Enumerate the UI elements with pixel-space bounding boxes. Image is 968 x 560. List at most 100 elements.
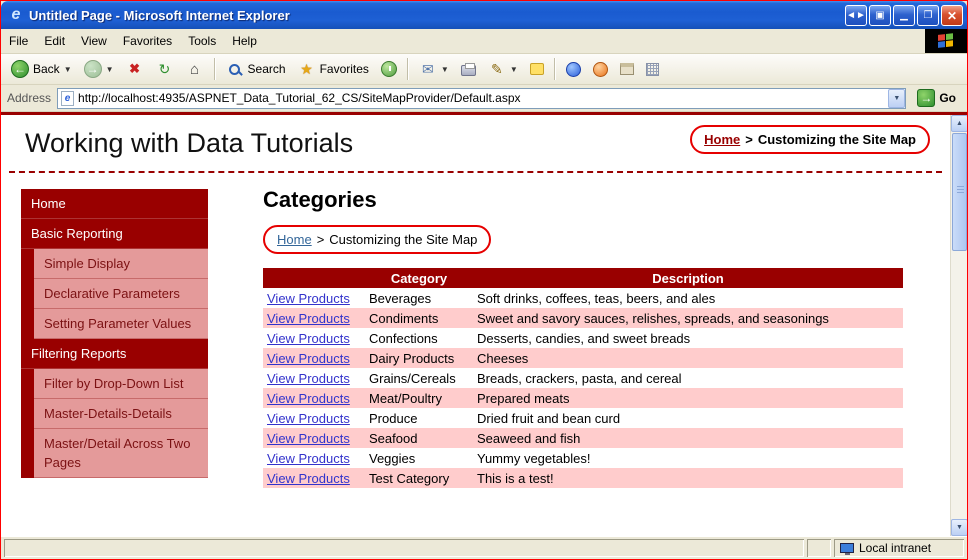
favorites-button[interactable]: ★ Favorites xyxy=(292,57,375,81)
maximize-button[interactable]: ❐ xyxy=(917,4,939,26)
scroll-down-button[interactable]: ▼ xyxy=(951,519,967,536)
view-products-link[interactable]: View Products xyxy=(267,431,350,446)
category-cell: Beverages xyxy=(369,290,432,306)
window-arrows-button[interactable]: ◄► xyxy=(845,4,867,26)
scrollbar-thumb[interactable] xyxy=(952,133,967,251)
menu-view[interactable]: View xyxy=(73,29,115,53)
browser-window: e Untitled Page - Microsoft Internet Exp… xyxy=(0,0,968,560)
category-cell: Confections xyxy=(369,330,438,346)
back-button[interactable]: ← Back ▼ xyxy=(5,57,78,81)
home-button[interactable]: ⌂ xyxy=(180,57,210,81)
category-cell: Condiments xyxy=(369,310,439,326)
search-label: Search xyxy=(247,62,286,76)
back-dropdown-icon[interactable]: ▼ xyxy=(64,65,72,74)
header-category: Category xyxy=(365,268,473,288)
breadcrumb-current: Customizing the Site Map xyxy=(329,232,478,247)
local-intranet-icon xyxy=(840,543,854,555)
forward-button[interactable]: → ▼ xyxy=(78,57,120,81)
breadcrumb-home-link[interactable]: Home xyxy=(277,232,312,247)
view-products-link[interactable]: View Products xyxy=(267,331,350,346)
menu-file[interactable]: File xyxy=(1,29,36,53)
address-label: Address xyxy=(7,91,52,105)
discuss-button[interactable] xyxy=(524,60,550,78)
messenger-icon xyxy=(565,61,581,77)
breadcrumb-home-link[interactable]: Home xyxy=(704,132,740,147)
window-restore-panel-button[interactable]: ▣ xyxy=(869,4,891,26)
address-dropdown-button[interactable]: ▼ xyxy=(888,88,906,108)
view-products-link[interactable]: View Products xyxy=(267,351,350,366)
table-row: View Products Dairy Products Cheeses xyxy=(263,348,903,368)
table-row: View Products Condiments Sweet and savor… xyxy=(263,308,903,328)
vertical-scrollbar[interactable]: ▲ ▼ xyxy=(950,115,967,536)
status-zone-panel: Local intranet xyxy=(834,539,964,557)
view-products-link[interactable]: View Products xyxy=(267,291,350,306)
view-products-link[interactable]: View Products xyxy=(267,391,350,406)
table-row: View Products Meat/Poultry Prepared meat… xyxy=(263,388,903,408)
home-icon: ⌂ xyxy=(190,60,200,78)
view-products-link[interactable]: View Products xyxy=(267,411,350,426)
description-cell: Prepared meats xyxy=(477,390,570,406)
history-button[interactable] xyxy=(375,58,403,80)
print-button[interactable] xyxy=(455,59,482,79)
categories-table: Category Description View Products Bever… xyxy=(263,268,903,488)
description-cell: This is a test! xyxy=(477,470,554,486)
menu-favorites[interactable]: Favorites xyxy=(115,29,180,53)
sidebar-item-declarative-parameters[interactable]: Declarative Parameters xyxy=(34,279,208,309)
address-input[interactable]: e http://localhost:4935/ASPNET_Data_Tuto… xyxy=(57,87,907,109)
mail-icon: ✉ xyxy=(422,60,434,77)
title-bar[interactable]: e Untitled Page - Microsoft Internet Exp… xyxy=(1,1,967,29)
history-icon xyxy=(380,61,397,77)
close-button[interactable]: ✕ xyxy=(941,4,963,26)
menu-help[interactable]: Help xyxy=(224,29,265,53)
view-products-link[interactable]: View Products xyxy=(267,311,350,326)
table-row: View Products Test Category This is a te… xyxy=(263,468,903,488)
description-cell: Sweet and savory sauces, relishes, sprea… xyxy=(477,310,829,326)
encoding-button[interactable] xyxy=(640,60,665,79)
go-label: Go xyxy=(939,91,956,105)
menu-tools[interactable]: Tools xyxy=(180,29,224,53)
sidebar-item-setting-parameter-values[interactable]: Setting Parameter Values xyxy=(34,309,208,339)
breadcrumb-separator: > xyxy=(745,132,753,147)
sidebar-item-simple-display[interactable]: Simple Display xyxy=(34,249,208,279)
sidebar-item-filtering-reports[interactable]: Filtering Reports xyxy=(21,339,208,369)
view-products-link[interactable]: View Products xyxy=(267,451,350,466)
sidebar-item-basic-reporting[interactable]: Basic Reporting xyxy=(21,219,208,249)
category-cell: Meat/Poultry xyxy=(369,390,442,406)
media-button[interactable] xyxy=(614,60,640,78)
view-products-link[interactable]: View Products xyxy=(267,371,350,386)
refresh-icon: ↻ xyxy=(158,60,171,77)
sidebar-item-master-detail-two-pages[interactable]: Master/Detail Across Two Pages xyxy=(34,429,208,478)
forward-dropdown-icon[interactable]: ▼ xyxy=(106,65,114,74)
edit-dropdown-icon[interactable]: ▼ xyxy=(510,65,518,74)
breadcrumb-separator: > xyxy=(316,232,325,247)
address-url-text[interactable]: http://localhost:4935/ASPNET_Data_Tutori… xyxy=(78,91,888,105)
menu-edit[interactable]: Edit xyxy=(36,29,73,53)
mail-dropdown-icon[interactable]: ▼ xyxy=(441,65,449,74)
sidebar-item-home[interactable]: Home xyxy=(21,189,208,219)
stop-button[interactable]: ✖ xyxy=(120,57,150,81)
sidebar-item-filter-by-dropdown-list[interactable]: Filter by Drop-Down List xyxy=(34,369,208,399)
window-title: Untitled Page - Microsoft Internet Explo… xyxy=(29,7,290,23)
msn-button[interactable] xyxy=(587,59,614,80)
category-cell: Veggies xyxy=(369,450,416,466)
edit-button[interactable]: ✎ ▼ xyxy=(482,57,524,81)
toolbar-separator xyxy=(553,58,556,80)
top-breadcrumb-annotation: Home > Customizing the Site Map xyxy=(690,125,930,154)
refresh-button[interactable]: ↻ xyxy=(150,57,180,81)
view-products-link[interactable]: View Products xyxy=(267,471,350,486)
sidebar-item-master-details-details[interactable]: Master-Details-Details xyxy=(34,399,208,429)
scroll-up-button[interactable]: ▲ xyxy=(951,115,967,132)
description-cell: Seaweed and fish xyxy=(477,430,581,446)
zone-label: Local intranet xyxy=(859,541,932,555)
messenger-button[interactable] xyxy=(560,59,587,80)
minimize-button[interactable]: ▁ xyxy=(893,4,915,26)
mail-button[interactable]: ✉ ▼ xyxy=(413,57,455,81)
category-cell: Test Category xyxy=(369,470,450,486)
go-button[interactable]: → Go xyxy=(912,87,961,109)
search-button[interactable]: Search xyxy=(220,57,292,81)
edit-icon: ✎ xyxy=(490,60,503,77)
media-box-icon xyxy=(619,63,634,75)
category-cell: Grains/Cereals xyxy=(369,370,456,386)
menu-bar: File Edit View Favorites Tools Help xyxy=(1,29,967,54)
windows-flag-icon xyxy=(938,33,954,49)
